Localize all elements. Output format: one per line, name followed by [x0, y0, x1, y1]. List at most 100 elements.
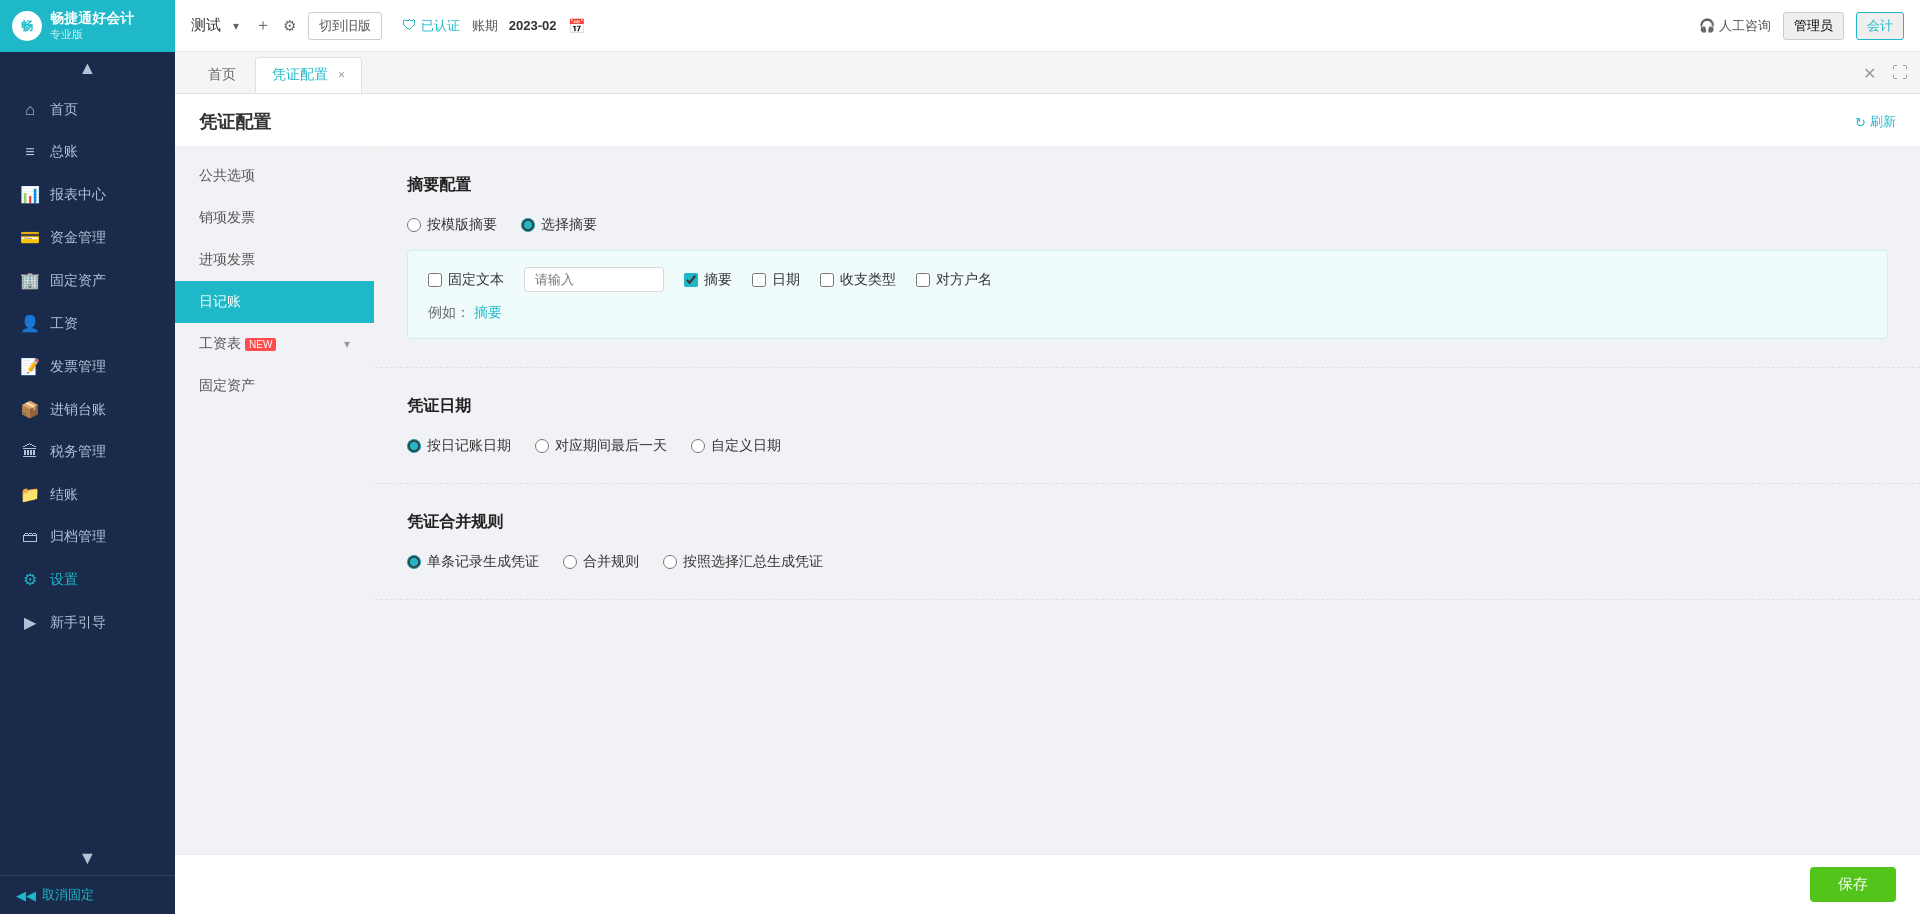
- fixed-text-option[interactable]: 固定文本: [428, 271, 504, 289]
- scroll-down-btn[interactable]: ▼: [0, 842, 175, 875]
- summary-section: 摘要配置 按模版摘要 选择摘要: [375, 147, 1920, 368]
- sidebar-item-guide[interactable]: ▶ 新手引导: [0, 601, 175, 644]
- journal-date-option[interactable]: 按日记账日期: [407, 437, 511, 455]
- ledger-icon: ≡: [20, 143, 40, 161]
- service-btn[interactable]: 🎧 人工咨询: [1699, 17, 1771, 35]
- merge-rules-option[interactable]: 合并规则: [563, 553, 639, 571]
- certified-label: 已认证: [421, 18, 460, 33]
- sidebar-nav: ⌂ 首页 ≡ 总账 📊 报表中心 💳 资金管理 🏢 固定资产 👤 工资 📝 发票…: [0, 85, 175, 842]
- counterparty-checkbox[interactable]: [916, 273, 930, 287]
- merge-rules-radio[interactable]: [563, 555, 577, 569]
- guide-icon: ▶: [20, 613, 40, 632]
- income-type-checkbox[interactable]: [820, 273, 834, 287]
- topbar-add-btn[interactable]: ＋: [255, 15, 271, 36]
- shield-icon: 🛡: [402, 16, 417, 33]
- sidebar-item-invoice[interactable]: 📝 发票管理: [0, 345, 175, 388]
- left-menu-sales-invoice[interactable]: 销项发票: [175, 197, 374, 239]
- left-menu-public[interactable]: 公共选项: [175, 155, 374, 197]
- single-record-option[interactable]: 单条记录生成凭证: [407, 553, 539, 571]
- sidebar-logo: 畅 畅捷通好会计 专业版: [0, 0, 175, 52]
- new-badge: NEW: [245, 338, 276, 351]
- payroll-icon: 👤: [20, 314, 40, 333]
- content-wrapper: 公共选项 销项发票 进项发票 日记账 工资表 NEW ▾ 固定资产: [175, 147, 1920, 854]
- sidebar-item-purchase-sales[interactable]: 📦 进销台账: [0, 388, 175, 431]
- left-menu: 公共选项 销项发票 进项发票 日记账 工资表 NEW ▾ 固定资产: [175, 147, 375, 854]
- income-type-checkbox-option[interactable]: 收支类型: [820, 271, 896, 289]
- sidebar-item-fixed-assets[interactable]: 🏢 固定资产: [0, 259, 175, 302]
- select-merge-radio[interactable]: [663, 555, 677, 569]
- sidebar: 畅 畅捷通好会计 专业版 ▲ ⌂ 首页 ≡ 总账 📊 报表中心 💳 资金管理 🏢…: [0, 0, 175, 914]
- single-record-radio[interactable]: [407, 555, 421, 569]
- summary-template-radio[interactable]: [407, 218, 421, 232]
- content-spacer: [375, 600, 1920, 800]
- sidebar-item-tax[interactable]: 🏛 税务管理: [0, 431, 175, 473]
- summary-select-option[interactable]: 选择摘要: [521, 216, 597, 234]
- page-header: 凭证配置 ↻ 刷新: [175, 94, 1920, 147]
- archive-icon: 🗃: [20, 528, 40, 546]
- sidebar-item-closing[interactable]: 📁 结账: [0, 473, 175, 516]
- summary-options-row: 固定文本 摘要 日期: [428, 267, 1867, 292]
- sidebar-item-settings[interactable]: ⚙ 设置: [0, 558, 175, 601]
- page-title: 凭证配置: [199, 110, 271, 134]
- sidebar-item-ledger[interactable]: ≡ 总账: [0, 131, 175, 173]
- journal-date-radio[interactable]: [407, 439, 421, 453]
- sidebar-item-home[interactable]: ⌂ 首页: [0, 89, 175, 131]
- fixed-text-checkbox[interactable]: [428, 273, 442, 287]
- closing-icon: 📁: [20, 485, 40, 504]
- topbar-gear-btn[interactable]: ⚙: [283, 17, 296, 35]
- refresh-icon: ↻: [1855, 115, 1866, 130]
- role-btn[interactable]: 会计: [1856, 12, 1904, 40]
- fixed-assets-icon: 🏢: [20, 271, 40, 290]
- tab-voucher-config[interactable]: 凭证配置 ×: [255, 57, 362, 93]
- settings-icon: ⚙: [20, 570, 40, 589]
- last-day-radio[interactable]: [535, 439, 549, 453]
- window-controls: ✕ ⛶: [1851, 52, 1920, 94]
- scroll-up-btn[interactable]: ▲: [0, 52, 175, 85]
- logo-subtitle: 专业版: [50, 27, 134, 42]
- tax-icon: 🏛: [20, 443, 40, 461]
- left-menu-fixed-assets[interactable]: 固定资产: [175, 365, 374, 407]
- merge-radio-group: 单条记录生成凭证 合并规则 按照选择汇总生成凭证: [407, 553, 1888, 571]
- funds-icon: 💳: [20, 228, 40, 247]
- bottom-bar: 保存: [175, 854, 1920, 914]
- date-radio-group: 按日记账日期 对应期间最后一天 自定义日期: [407, 437, 1888, 455]
- maximize-window-btn[interactable]: ⛶: [1888, 60, 1912, 86]
- topbar-dropdown-btn[interactable]: ▾: [233, 19, 239, 33]
- calendar-icon[interactable]: 📅: [568, 18, 585, 34]
- expand-icon: ▾: [344, 337, 350, 351]
- switch-old-version-btn[interactable]: 切到旧版: [308, 12, 382, 40]
- summary-checkbox[interactable]: [684, 273, 698, 287]
- tab-home[interactable]: 首页: [191, 57, 253, 93]
- custom-date-option[interactable]: 自定义日期: [691, 437, 781, 455]
- summary-select-radio[interactable]: [521, 218, 535, 232]
- sidebar-item-archive[interactable]: 🗃 归档管理: [0, 516, 175, 558]
- save-btn[interactable]: 保存: [1810, 867, 1896, 902]
- select-merge-option[interactable]: 按照选择汇总生成凭证: [663, 553, 823, 571]
- date-checkbox[interactable]: [752, 273, 766, 287]
- custom-date-radio[interactable]: [691, 439, 705, 453]
- summary-checkbox-option[interactable]: 摘要: [684, 271, 732, 289]
- period-value: 2023-02: [509, 18, 557, 33]
- logo-icon: 畅: [12, 11, 42, 41]
- sidebar-item-funds[interactable]: 💳 资金管理: [0, 216, 175, 259]
- pin-icon: ◀◀: [16, 888, 36, 903]
- summary-template-option[interactable]: 按模版摘要: [407, 216, 497, 234]
- tab-close-btn[interactable]: ×: [338, 68, 345, 82]
- refresh-btn[interactable]: ↻ 刷新: [1855, 113, 1896, 131]
- counterparty-checkbox-option[interactable]: 对方户名: [916, 271, 992, 289]
- right-content: 摘要配置 按模版摘要 选择摘要: [375, 147, 1920, 854]
- date-title: 凭证日期: [407, 396, 1888, 417]
- close-window-btn[interactable]: ✕: [1859, 60, 1880, 87]
- sidebar-item-payroll[interactable]: 👤 工资: [0, 302, 175, 345]
- summary-title: 摘要配置: [407, 175, 1888, 196]
- fixed-text-input[interactable]: [524, 267, 664, 292]
- admin-btn[interactable]: 管理员: [1783, 12, 1844, 40]
- date-checkbox-option[interactable]: 日期: [752, 271, 800, 289]
- cancel-fixed-btn[interactable]: ◀◀ 取消固定: [0, 875, 175, 914]
- merge-section: 凭证合并规则 单条记录生成凭证 合并规则 按照选择汇总生成凭证: [375, 484, 1920, 600]
- left-menu-journal[interactable]: 日记账: [175, 281, 374, 323]
- last-day-option[interactable]: 对应期间最后一天: [535, 437, 667, 455]
- left-menu-purchase-invoice[interactable]: 进项发票: [175, 239, 374, 281]
- sidebar-item-reports[interactable]: 📊 报表中心: [0, 173, 175, 216]
- left-menu-payroll-table[interactable]: 工资表 NEW ▾: [175, 323, 374, 365]
